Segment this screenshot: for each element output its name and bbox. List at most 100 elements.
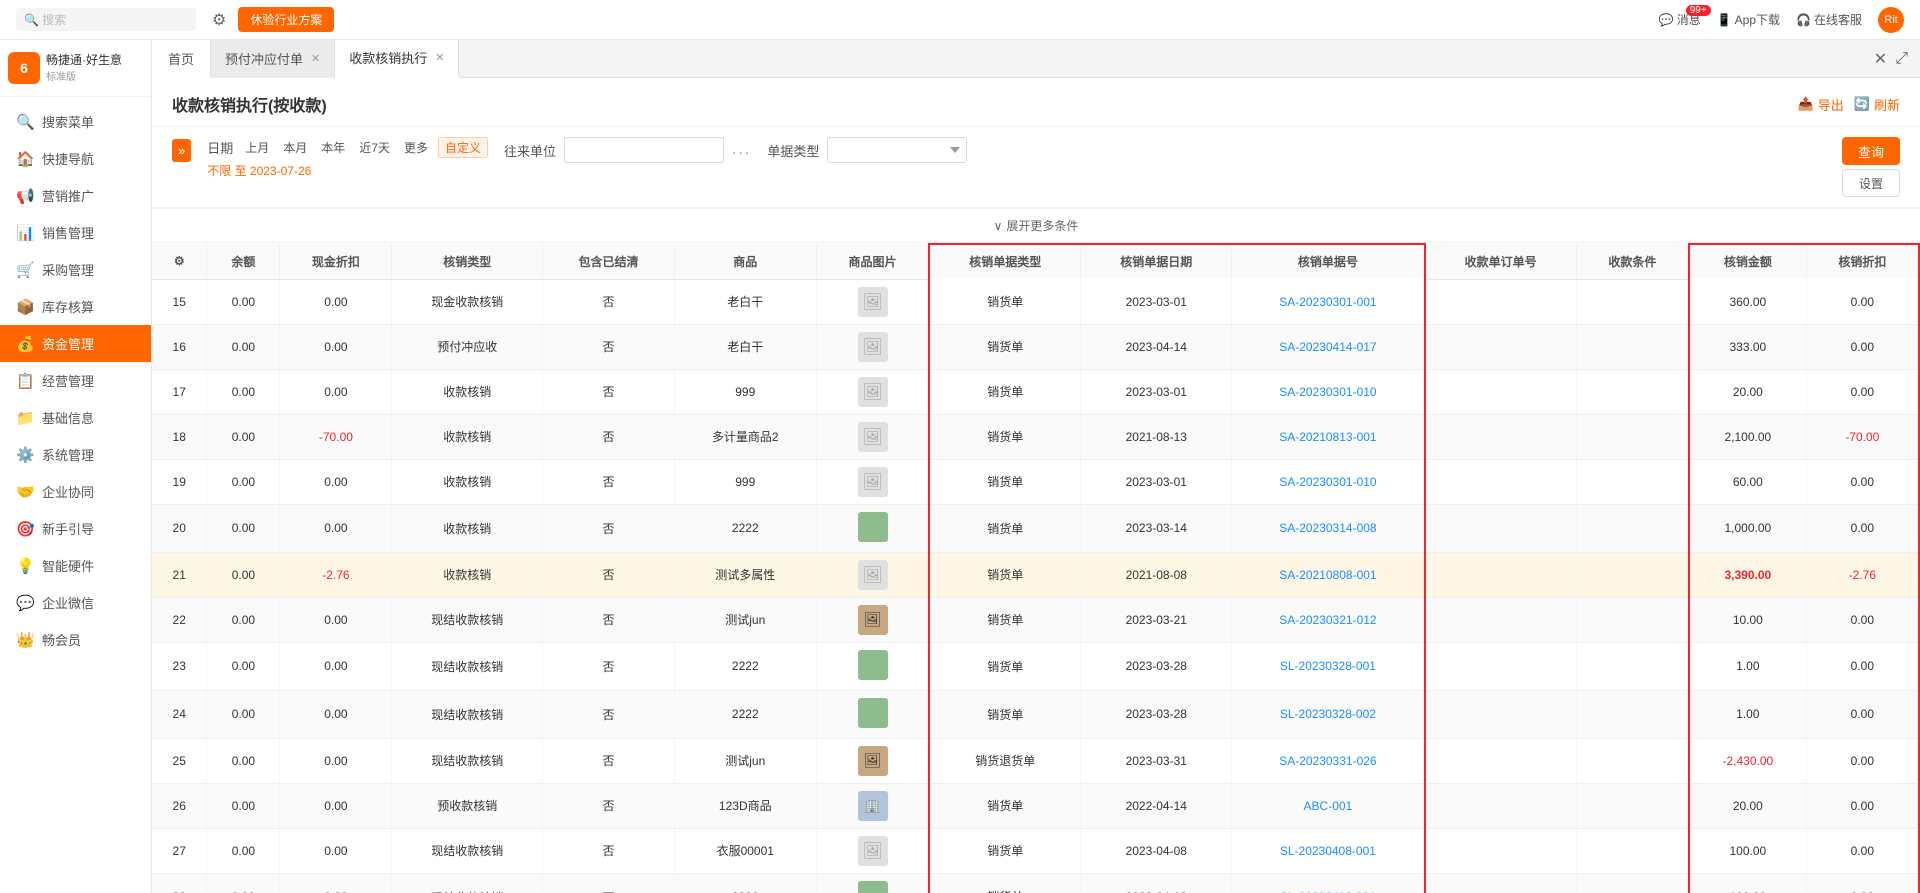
sidebar-item-marketing[interactable]: 📢营销推广 — [0, 177, 151, 214]
tab-close-all-icon[interactable]: ✕ — [1874, 49, 1887, 69]
sidebar-item-quick-nav[interactable]: 🏠快捷导航 — [0, 140, 151, 177]
cell-voucher-no[interactable]: SA-20230301-010 — [1232, 459, 1425, 504]
table-row: 160.000.00预付冲应收否老白干🖼销货单2023-04-14SA-2023… — [152, 324, 1919, 369]
cell-voucher-no[interactable]: SL-20230408-001 — [1232, 828, 1425, 873]
date-opt-last-month[interactable]: 上月 — [241, 137, 273, 158]
table-row: 150.000.00现金收款核销否老白干🖼销货单2023-03-01SA-202… — [152, 279, 1919, 324]
cell-no: 22 — [152, 597, 207, 642]
source-unit-label: 往来单位 — [504, 141, 556, 160]
expand-more-btn[interactable]: ∨ 展开更多条件 — [994, 213, 1079, 238]
settings-btn[interactable]: 设置 — [1842, 169, 1900, 197]
table-row: 270.000.00现结收款核销否衣服00001🖼销货单2023-04-08SL… — [152, 828, 1919, 873]
tab-controls: ✕ ⤢ — [1874, 49, 1920, 69]
cell-voucher-no[interactable]: SL-20230328-002 — [1232, 690, 1425, 738]
sidebar-item-search[interactable]: 🔍搜索菜单 — [0, 103, 151, 140]
cell-balance: 0.00 — [207, 828, 280, 873]
gear-icon[interactable]: ⚙ — [212, 10, 226, 30]
date-opt-7days[interactable]: 近7天 — [355, 137, 394, 158]
cell-voucher-no[interactable]: SA-20230331-026 — [1232, 738, 1425, 783]
cell-voucher-no[interactable]: SA-20210813-001 — [1232, 414, 1425, 459]
date-label: 日期 — [207, 138, 233, 157]
tab-receipt-close[interactable]: ✕ — [435, 51, 444, 64]
goods-img-placeholder: 🖼 — [858, 287, 888, 317]
cell-receipt-order-no — [1425, 597, 1577, 642]
cell-no: 21 — [152, 552, 207, 597]
tab-home[interactable]: 首页 — [152, 40, 211, 78]
cell-voucher-no[interactable]: SA-20210808-001 — [1232, 552, 1425, 597]
tab-prepay[interactable]: 预付冲应付单 ✕ — [211, 40, 335, 78]
sidebar-item-purchase[interactable]: 🛒采购管理 — [0, 251, 151, 288]
tab-prepay-close[interactable]: ✕ — [311, 52, 320, 65]
sidebar-item-operation[interactable]: 📋经营管理 — [0, 362, 151, 399]
search-menu-icon: 🔍 — [16, 113, 34, 131]
cell-voucher-date: 2021-08-08 — [1081, 552, 1232, 597]
goods-img-placeholder: 🖼 — [858, 836, 888, 866]
cell-voucher-no[interactable]: SA-20230321-012 — [1232, 597, 1425, 642]
cell-payment-terms — [1576, 552, 1689, 597]
sidebar-item-wechat[interactable]: 💬企业微信 — [0, 584, 151, 621]
goods-img-placeholder: 🖼 — [858, 422, 888, 452]
cell-voucher-no[interactable]: SA-20230301-010 — [1232, 369, 1425, 414]
cell-voucher-type: 销货单 — [929, 873, 1081, 893]
cell-payment-terms — [1576, 738, 1689, 783]
table-row: 170.000.00收款核销否999🖼销货单2023-03-01SA-20230… — [152, 369, 1919, 414]
sidebar-item-hardware[interactable]: 💡智能硬件 — [0, 547, 151, 584]
goods-img-placeholder: 🖼 — [858, 332, 888, 362]
cell-cash-discount: 0.00 — [280, 597, 392, 642]
col-settings[interactable]: ⚙ — [152, 244, 207, 279]
cell-write-off-discount: 0.00 — [1806, 369, 1919, 414]
goods-img-cell: 🏢 — [816, 783, 929, 828]
cell-no: 27 — [152, 828, 207, 873]
export-btn[interactable]: 📤 导出 — [1798, 95, 1844, 114]
sidebar-item-member[interactable]: 👑畅会员 — [0, 621, 151, 658]
cell-voucher-no[interactable]: SA-20230301-001 — [1232, 279, 1425, 324]
tab-fullscreen-icon[interactable]: ⤢ — [1895, 50, 1908, 68]
cell-cash-discount: 0.00 — [280, 783, 392, 828]
cell-write-off-amount: 20.00 — [1689, 369, 1806, 414]
cell-write-off-discount: 0.00 — [1806, 642, 1919, 690]
date-opt-custom[interactable]: 自定义 — [438, 137, 488, 158]
query-btn[interactable]: 查询 — [1842, 137, 1900, 165]
cell-write-off-discount: -70.00 — [1806, 414, 1919, 459]
query-group: 查询 设置 — [1842, 137, 1900, 197]
cell-goods: 123D商品 — [674, 783, 816, 828]
industry-btn[interactable]: 休验行业方案 — [238, 7, 334, 32]
search-area[interactable]: 🔍 搜索 — [16, 8, 196, 31]
sidebar-item-beginner[interactable]: 🎯新手引导 — [0, 510, 151, 547]
goods-img-placeholder — [858, 512, 888, 542]
cell-voucher-no[interactable]: ABC-001 — [1232, 783, 1425, 828]
cell-include-settled: 否 — [543, 459, 674, 504]
inventory-icon: 📦 — [16, 298, 34, 316]
user-avatar[interactable]: Rit — [1878, 7, 1904, 33]
messages-btn[interactable]: 💬 消息 99+ — [1659, 11, 1701, 28]
refresh-btn[interactable]: 🔄 刷新 — [1854, 95, 1900, 114]
cell-goods: 2222 — [674, 690, 816, 738]
source-unit-input[interactable] — [564, 137, 724, 163]
date-opt-more[interactable]: 更多 — [400, 137, 432, 158]
online-service-btn[interactable]: 🎧 在线客服 — [1796, 11, 1862, 28]
goods-img-cell: 🖼 — [816, 324, 929, 369]
sidebar-item-sales[interactable]: 📊销售管理 — [0, 214, 151, 251]
sidebar-item-finance[interactable]: 💰资金管理 — [0, 325, 151, 362]
cell-no: 26 — [152, 783, 207, 828]
sidebar-item-enterprise[interactable]: 🤝企业协同 — [0, 473, 151, 510]
sidebar-item-inventory[interactable]: 📦库存核算 — [0, 288, 151, 325]
cell-balance: 0.00 — [207, 369, 280, 414]
cell-voucher-no[interactable]: SL-20230418-001 — [1232, 873, 1425, 893]
cell-voucher-no[interactable]: SA-20230314-008 — [1232, 504, 1425, 552]
goods-img-placeholder: 🖼 — [858, 560, 888, 590]
cell-write-off-discount: 0.00 — [1806, 324, 1919, 369]
sidebar-item-basics[interactable]: 📁基础信息 — [0, 399, 151, 436]
voucher-type-select[interactable] — [827, 137, 967, 163]
voucher-type-row: 单据类型 — [767, 137, 967, 163]
date-opt-this-year[interactable]: 本年 — [317, 137, 349, 158]
tab-receipt-write-off[interactable]: 收款核销执行 ✕ — [335, 40, 459, 78]
cell-voucher-no[interactable]: SA-20230414-017 — [1232, 324, 1425, 369]
table-row: 250.000.00现结收款核销否测试jun🖼销货退货单2023-03-31SA… — [152, 738, 1919, 783]
app-download-btn[interactable]: 📱 App下载 — [1717, 11, 1780, 28]
sidebar-item-system[interactable]: ⚙️系统管理 — [0, 436, 151, 473]
cell-voucher-no[interactable]: SL-20230328-001 — [1232, 642, 1425, 690]
date-opt-this-month[interactable]: 本月 — [279, 137, 311, 158]
filter-collapse-btn[interactable]: » — [172, 139, 191, 162]
source-unit-group: 往来单位 ... — [504, 137, 751, 163]
